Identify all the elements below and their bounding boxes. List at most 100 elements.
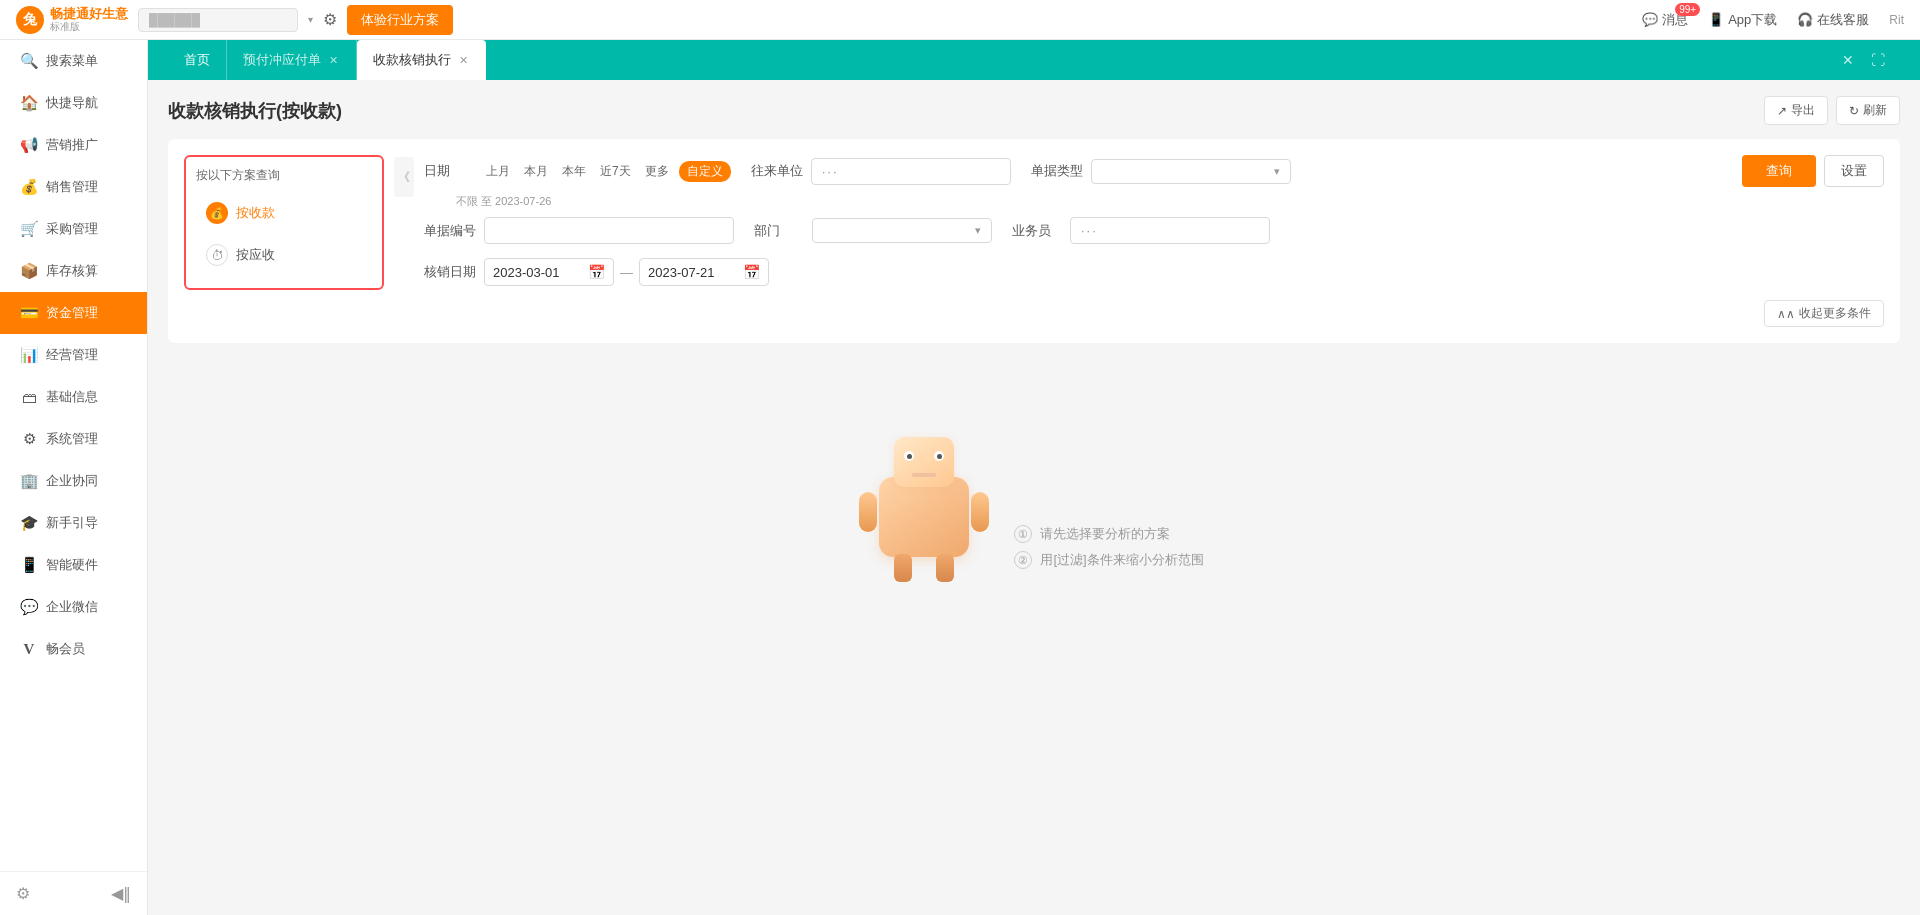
- topbar-right: 💬 消息 99+ 📱 App下载 🎧 在线客服 Rit: [1642, 11, 1904, 29]
- tabs-actions: ✕ ⛶: [1834, 46, 1900, 74]
- sidebar-item-wechat[interactable]: 💬 企业微信: [0, 586, 147, 628]
- finance-icon: 💳: [20, 304, 38, 322]
- message-badge: 99+: [1675, 3, 1700, 16]
- inventory-icon: 📦: [20, 262, 38, 280]
- message-icon: 💬: [1642, 12, 1658, 27]
- shortcut-custom[interactable]: 自定义: [679, 161, 731, 182]
- search-icon: 🔍: [20, 52, 38, 70]
- tab-prepay-close-icon[interactable]: ✕: [327, 52, 340, 69]
- shortcut-7days[interactable]: 近7天: [596, 161, 635, 182]
- sidebar-item-system[interactable]: ⚙ 系统管理: [0, 418, 147, 460]
- empty-tip-2: ② 用[过滤]条件来缩小分析范围: [1014, 551, 1203, 569]
- receivable-option-label: 按应收: [236, 246, 275, 264]
- staff-select[interactable]: ···: [1070, 217, 1270, 244]
- sidebar-item-operations[interactable]: 📊 经营管理: [0, 334, 147, 376]
- sidebar-item-finance[interactable]: 💳 资金管理: [0, 292, 147, 334]
- sidebar-item-enterprise[interactable]: 🏢 企业协同: [0, 460, 147, 502]
- start-calendar-icon[interactable]: 📅: [588, 264, 605, 280]
- refresh-btn[interactable]: ↻ 刷新: [1836, 96, 1900, 125]
- sidebar-item-guide[interactable]: 🎓 新手引导: [0, 502, 147, 544]
- tab-close-btn[interactable]: ✕: [1834, 46, 1862, 74]
- staff-field: 业务员 ···: [1012, 217, 1270, 244]
- sidebar-item-basic[interactable]: 🗃 基础信息: [0, 376, 147, 418]
- query-btn[interactable]: 查询: [1742, 155, 1816, 187]
- sidebar-item-member[interactable]: V 畅会员: [0, 628, 147, 670]
- date-separator: —: [620, 265, 633, 280]
- industry-btn[interactable]: 体验行业方案: [347, 5, 453, 35]
- operations-icon: 📊: [20, 346, 38, 364]
- end-calendar-icon[interactable]: 📅: [743, 264, 760, 280]
- tab-prepay[interactable]: 预付冲应付单 ✕: [227, 40, 357, 80]
- tab-expand-btn[interactable]: ⛶: [1864, 46, 1892, 74]
- tab-collection-close-icon[interactable]: ✕: [457, 52, 470, 69]
- filter-option-by-receipt[interactable]: 💰 按收款: [196, 194, 372, 232]
- content-area: 首页 预付冲应付单 ✕ 收款核销执行 ✕ ✕ ⛶ 收款核销执行: [148, 40, 1920, 915]
- tip-text-1: 请先选择要分析的方案: [1040, 525, 1170, 543]
- tab-home[interactable]: 首页: [168, 40, 227, 80]
- sidebar-label-enterprise: 企业协同: [46, 472, 98, 490]
- app-version: 标准版: [50, 21, 128, 33]
- filter-row-1: 日期 上月 本月 本年 近7天 更多 自定义 往来单位: [424, 155, 1884, 187]
- topbar-gear-icon[interactable]: ⚙: [323, 10, 337, 29]
- writeoff-end-date[interactable]: 2023-07-21 📅: [639, 258, 769, 286]
- shortcut-this-year[interactable]: 本年: [558, 161, 590, 182]
- empty-state: ① 请先选择要分析的方案 ② 用[过滤]条件来缩小分析范围: [168, 357, 1900, 657]
- shortcut-this-month[interactable]: 本月: [520, 161, 552, 182]
- sidebar-item-hardware[interactable]: 📱 智能硬件: [0, 544, 147, 586]
- writeoff-date-label: 核销日期: [424, 263, 476, 281]
- quick-icon: 🏠: [20, 94, 38, 112]
- receipt-option-icon: 💰: [206, 202, 228, 224]
- sidebar-label-finance: 资金管理: [46, 304, 98, 322]
- date-label: 日期: [424, 162, 474, 180]
- user-name[interactable]: Rit: [1889, 13, 1904, 27]
- dept-select[interactable]: ▾: [812, 218, 992, 243]
- service-label: 在线客服: [1817, 11, 1869, 29]
- empty-tip-1: ① 请先选择要分析的方案: [1014, 525, 1203, 543]
- app-download-btn[interactable]: 📱 App下载: [1708, 11, 1777, 29]
- sidebar-label-marketing: 营销推广: [46, 136, 98, 154]
- sidebar-item-quick[interactable]: 🏠 快捷导航: [0, 82, 147, 124]
- date-range: 2023-03-01 📅 — 2023-07-21 📅: [484, 258, 769, 286]
- member-icon: V: [20, 641, 38, 658]
- partner-select[interactable]: ···: [811, 158, 1011, 185]
- setting-btn[interactable]: 设置: [1824, 155, 1884, 187]
- doc-no-label: 单据编号: [424, 222, 476, 240]
- shortcut-last-month[interactable]: 上月: [482, 161, 514, 182]
- message-btn[interactable]: 💬 消息 99+: [1642, 11, 1688, 29]
- export-icon: ↗: [1777, 104, 1787, 118]
- filter-panel-title: 按以下方案查询: [196, 167, 372, 184]
- sidebar-settings-icon[interactable]: ⚙: [16, 884, 30, 903]
- collapse-more-btn[interactable]: ∧∧ 收起更多条件: [1764, 300, 1884, 327]
- collapse-more-area: ∧∧ 收起更多条件: [424, 300, 1884, 327]
- doc-no-input[interactable]: [484, 217, 734, 244]
- writeoff-end-value: 2023-07-21: [648, 265, 715, 280]
- filter-option-by-receivable[interactable]: ⏱ 按应收: [196, 236, 372, 274]
- sidebar-item-inventory[interactable]: 📦 库存核算: [0, 250, 147, 292]
- page-header: 收款核销执行(按收款) ↗ 导出 ↻ 刷新: [168, 96, 1900, 125]
- staff-label: 业务员: [1012, 222, 1062, 240]
- app-icon: 📱: [1708, 12, 1724, 27]
- tip-num-1: ①: [1014, 525, 1032, 543]
- doc-type-select[interactable]: ▾: [1091, 159, 1291, 184]
- export-btn[interactable]: ↗ 导出: [1764, 96, 1828, 125]
- receivable-option-icon: ⏱: [206, 244, 228, 266]
- topbar-left: 兔 畅捷通好生意 标准版 ██████ ▾ ⚙ 体验行业方案: [16, 5, 453, 35]
- page-content: 收款核销执行(按收款) ↗ 导出 ↻ 刷新 按以下方: [148, 80, 1920, 915]
- sidebar: 🔍 搜索菜单 🏠 快捷导航 📢 营销推广 💰 销售管理 🛒 采购管理 📦 库存核…: [0, 40, 148, 915]
- app-logo: 兔 畅捷通好生意 标准版: [16, 6, 128, 34]
- robot-mouth: [912, 473, 936, 477]
- topbar-chevron-icon[interactable]: ▾: [308, 14, 313, 25]
- shortcut-more[interactable]: 更多: [641, 161, 673, 182]
- tab-collection[interactable]: 收款核销执行 ✕: [357, 40, 486, 80]
- writeoff-start-date[interactable]: 2023-03-01 📅: [484, 258, 614, 286]
- online-service-btn[interactable]: 🎧 在线客服: [1797, 11, 1869, 29]
- empty-illustration: [864, 437, 984, 577]
- sidebar-collapse-icon[interactable]: ◀‖: [111, 884, 131, 903]
- sidebar-item-search[interactable]: 🔍 搜索菜单: [0, 40, 147, 82]
- sidebar-item-purchase[interactable]: 🛒 采购管理: [0, 208, 147, 250]
- filter-actions: 查询 设置: [1742, 155, 1884, 187]
- sidebar-item-marketing[interactable]: 📢 营销推广: [0, 124, 147, 166]
- filter-collapse-btn[interactable]: 《: [394, 157, 414, 197]
- sidebar-item-sales[interactable]: 💰 销售管理: [0, 166, 147, 208]
- partner-label: 往来单位: [751, 162, 803, 180]
